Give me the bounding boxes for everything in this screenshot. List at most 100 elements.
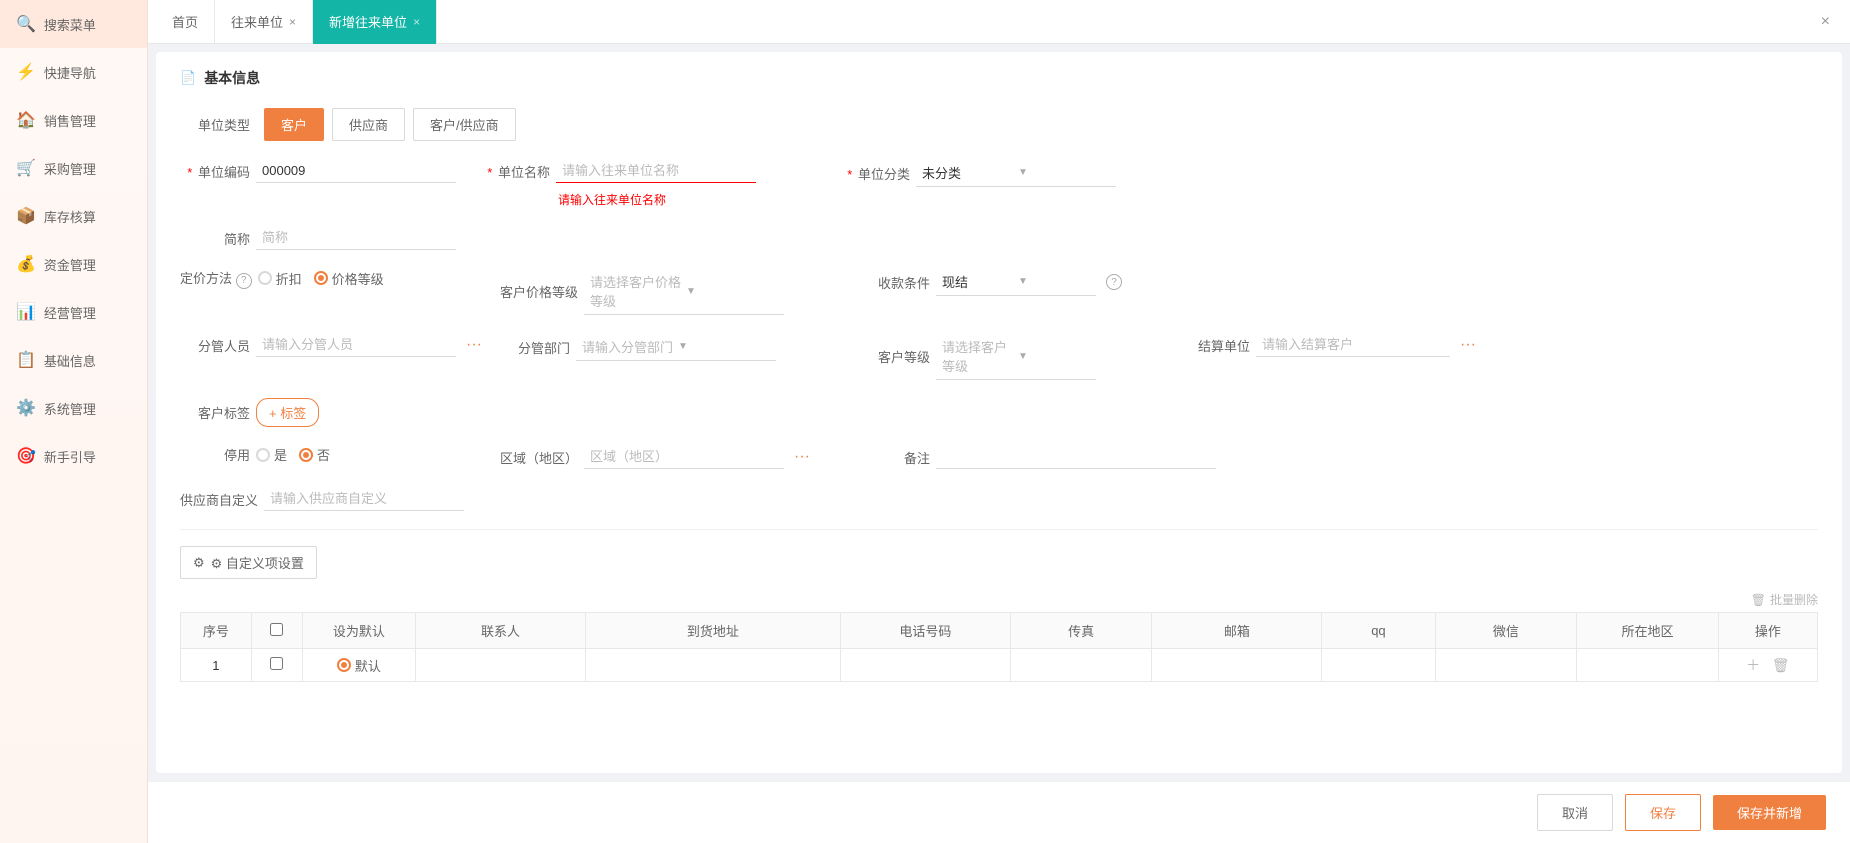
custom-settings-button[interactable]: ⚙ ⚙ 自定义项设置	[180, 546, 317, 579]
col-header-phone: 电话号码	[840, 613, 1010, 649]
sidebar-item-guide[interactable]: 🎯 新手引导	[0, 432, 147, 480]
cell-wechat-1[interactable]	[1435, 649, 1577, 682]
sidebar-label-sales: 销售管理	[44, 111, 96, 130]
cancel-button[interactable]: 取消	[1537, 794, 1613, 831]
chevron-down-icon-2: ▼	[686, 286, 778, 297]
short-name-input[interactable]	[256, 226, 456, 250]
region-input[interactable]	[584, 445, 784, 469]
pricing-radio-group: 折扣 价格等级	[258, 269, 384, 288]
cell-contact-1[interactable]	[416, 649, 586, 682]
settlement-unit-input[interactable]	[1256, 333, 1450, 357]
add-row-button[interactable]: ＋	[1742, 657, 1764, 673]
radio-disabled-yes[interactable]: 是	[256, 445, 287, 464]
btn-customer[interactable]: 客户	[264, 108, 324, 141]
sidebar-item-operations[interactable]: 📊 经营管理	[0, 288, 147, 336]
manager-input[interactable]	[256, 333, 456, 357]
cell-phone-1[interactable]	[840, 649, 1010, 682]
btn-both[interactable]: 客户/供应商	[413, 108, 516, 141]
fax-input-1[interactable]	[1021, 658, 1142, 673]
cell-default-1: 默认	[302, 649, 415, 682]
home-icon: 🏠	[16, 110, 36, 130]
field-settlement-unit: 结算单位 ···	[1180, 333, 1480, 357]
sidebar-item-purchase[interactable]: 🛒 采购管理	[0, 144, 147, 192]
batch-delete-button[interactable]: 🗑 批量删除	[1751, 591, 1818, 608]
settlement-unit-more-button[interactable]: ···	[1456, 336, 1480, 354]
address-input-1[interactable]	[596, 658, 830, 673]
chevron-down-icon: ▼	[1018, 167, 1110, 178]
department-select[interactable]: 请输入分管部门 ▼	[576, 333, 776, 361]
save-button[interactable]: 保存	[1625, 794, 1701, 831]
tab-contact-units-close[interactable]: ×	[289, 15, 296, 29]
pricing-help-icon[interactable]: ?	[236, 273, 252, 289]
cell-fax-1[interactable]	[1010, 649, 1152, 682]
save-and-new-button[interactable]: 保存并新增	[1713, 795, 1826, 830]
field-unit-name: * 单位名称 请输入往来单位名称	[480, 159, 840, 208]
sidebar-item-basic-info[interactable]: 📋 基础信息	[0, 336, 147, 384]
qq-input-1[interactable]	[1332, 658, 1424, 673]
cell-address-1[interactable]	[585, 649, 840, 682]
row-checkbox-1[interactable]	[270, 657, 283, 670]
unit-name-input[interactable]	[556, 159, 756, 183]
payment-terms-help-icon[interactable]: ?	[1106, 274, 1122, 290]
tab-new-contact-unit-close[interactable]: ×	[413, 15, 420, 29]
cell-seq-1: 1	[181, 649, 252, 682]
contact-table: 序号 设为默认 联系人 到货地址 电话号码 传真 邮箱 qq 微信 所在地区	[180, 612, 1818, 682]
section-title: 📄 基本信息	[180, 68, 1818, 88]
sidebar-item-search[interactable]: 🔍 搜索菜单	[0, 0, 147, 48]
cell-region-1[interactable]	[1577, 649, 1719, 682]
tab-new-contact-unit-label: 新增往来单位	[329, 12, 407, 31]
chevron-down-icon-3: ▼	[1018, 276, 1090, 287]
sidebar-label-basic-info: 基础信息	[44, 351, 96, 370]
wechat-input-1[interactable]	[1446, 658, 1567, 673]
sidebar-item-sales[interactable]: 🏠 销售管理	[0, 96, 147, 144]
global-close-button[interactable]: ×	[1809, 13, 1842, 31]
remark-input[interactable]	[936, 445, 1216, 469]
unit-category-select[interactable]: 未分类 ▼	[916, 159, 1116, 187]
col-header-check	[251, 613, 302, 649]
tab-new-contact-unit[interactable]: 新增往来单位 ×	[313, 0, 437, 44]
section-divider	[180, 529, 1818, 530]
tab-home-label: 首页	[172, 12, 198, 31]
region-more-button[interactable]: ···	[790, 448, 814, 466]
discount-radio-circle	[258, 271, 272, 285]
tab-contact-units[interactable]: 往来单位 ×	[215, 0, 313, 44]
field-customer-level: 客户等级 请选择客户等级 ▼	[860, 333, 1180, 380]
contact-input-1[interactable]	[426, 658, 575, 673]
unit-code-input[interactable]	[256, 159, 456, 183]
phone-input-1[interactable]	[851, 658, 1000, 673]
customer-price-level-select[interactable]: 请选择客户价格等级 ▼	[584, 268, 784, 315]
batch-delete-area: 🗑 批量删除	[180, 591, 1818, 608]
col-header-email: 邮箱	[1152, 613, 1322, 649]
manager-more-button[interactable]: ···	[462, 336, 486, 354]
sidebar-item-quick-nav[interactable]: ⚡ 快捷导航	[0, 48, 147, 96]
field-disabled: 停用 是 否	[180, 445, 500, 464]
supplier-custom-input[interactable]	[264, 487, 464, 511]
region-input-1[interactable]	[1587, 658, 1708, 673]
col-header-wechat: 微信	[1435, 613, 1577, 649]
customer-level-select[interactable]: 请选择客户等级 ▼	[936, 333, 1096, 380]
col-header-fax: 传真	[1010, 613, 1152, 649]
row-default-radio-1[interactable]: 默认	[313, 656, 405, 675]
unit-name-label: * 单位名称	[480, 162, 550, 181]
section-icon: 📄	[180, 70, 196, 86]
sidebar-item-system[interactable]: ⚙️ 系统管理	[0, 384, 147, 432]
radio-disabled-no[interactable]: 否	[299, 445, 330, 464]
select-all-checkbox[interactable]	[270, 623, 283, 636]
col-header-address: 到货地址	[585, 613, 840, 649]
sidebar-item-inventory[interactable]: 📦 库存核算	[0, 192, 147, 240]
delete-row-button[interactable]: 🗑	[1768, 657, 1794, 673]
section-title-text: 基本信息	[204, 68, 260, 88]
radio-price-level[interactable]: 价格等级	[314, 269, 384, 288]
cell-qq-1[interactable]	[1322, 649, 1435, 682]
email-input-1[interactable]	[1162, 658, 1311, 673]
field-pricing-method: 定价方法 ? 折扣 价格等级	[180, 268, 500, 289]
add-tag-button[interactable]: + 标签	[256, 398, 319, 427]
radio-discount[interactable]: 折扣	[258, 269, 302, 288]
field-payment-terms: 收款条件 现结 ▼ ?	[860, 268, 1180, 296]
tab-home[interactable]: 首页	[156, 0, 215, 44]
sidebar-item-finance[interactable]: 💰 资金管理	[0, 240, 147, 288]
cell-email-1[interactable]	[1152, 649, 1322, 682]
btn-supplier[interactable]: 供应商	[332, 108, 405, 141]
field-region: 区域（地区） ···	[500, 445, 860, 469]
payment-terms-select[interactable]: 现结 ▼	[936, 268, 1096, 296]
